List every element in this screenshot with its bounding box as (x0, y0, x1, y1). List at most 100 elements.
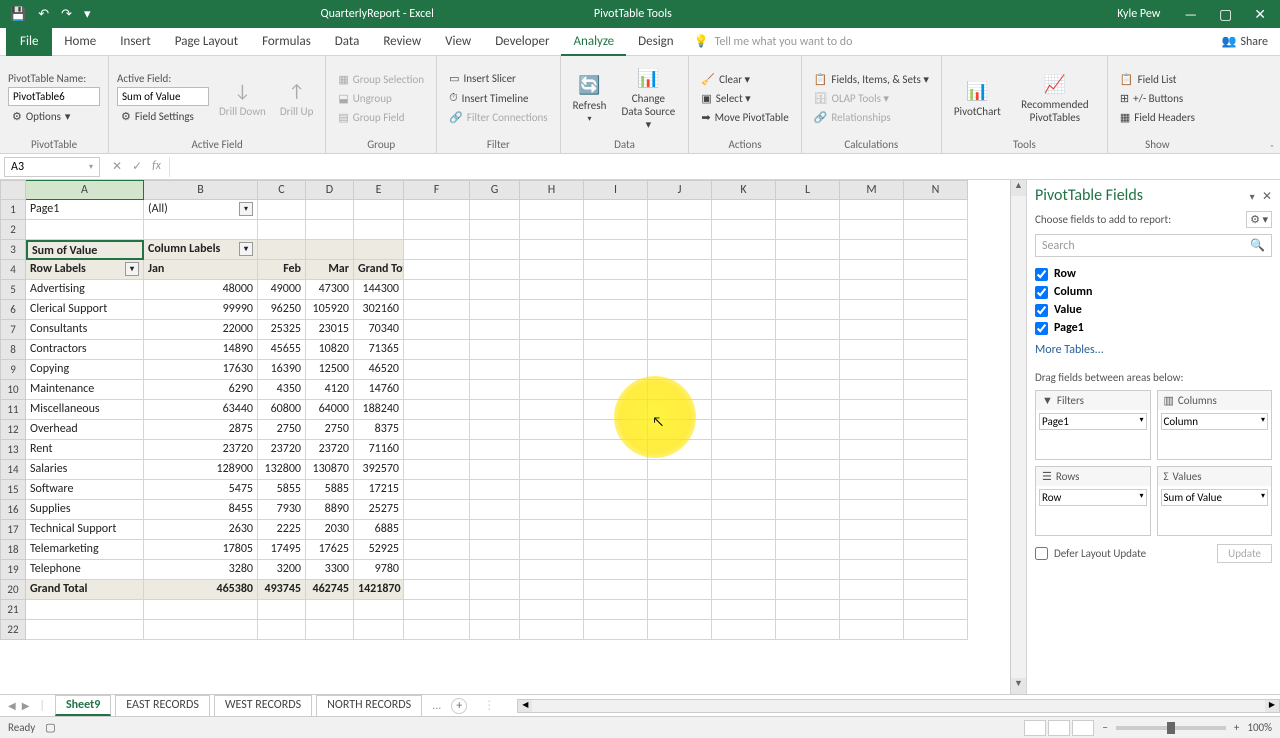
cell[interactable] (520, 600, 584, 620)
row-header[interactable]: 19 (0, 560, 26, 580)
spreadsheet-grid[interactable]: ABCDEFGHIJKLMN 1Page1(All)▾23Sum of Valu… (0, 180, 1010, 694)
cell[interactable] (712, 200, 776, 220)
row-header[interactable]: 18 (0, 540, 26, 560)
name-box[interactable]: A3▾ (4, 157, 100, 177)
sheet-nav-prev-icon[interactable]: ◀ (8, 699, 16, 712)
share-button[interactable]: 👥Share (1221, 34, 1268, 49)
cell[interactable] (520, 500, 584, 520)
recommended-pivottables-button[interactable]: 📈Recommended PivotTables (1011, 70, 1099, 126)
cell[interactable] (520, 440, 584, 460)
cell[interactable] (404, 520, 470, 540)
cell[interactable] (404, 440, 470, 460)
cell[interactable]: 14890 (144, 340, 258, 360)
cell[interactable] (776, 380, 840, 400)
cell[interactable] (776, 200, 840, 220)
cell[interactable] (306, 600, 354, 620)
cell[interactable] (904, 320, 968, 340)
cell[interactable] (904, 440, 968, 460)
tab-developer[interactable]: Developer (483, 28, 561, 56)
cell[interactable] (404, 560, 470, 580)
cell[interactable]: Advertising (26, 280, 144, 300)
cell[interactable] (776, 560, 840, 580)
cell[interactable] (584, 420, 648, 440)
cell[interactable]: 60800 (258, 400, 306, 420)
cell[interactable] (584, 240, 648, 260)
col-header-K[interactable]: K (712, 180, 776, 200)
cell[interactable] (404, 600, 470, 620)
cell[interactable]: Contractors (26, 340, 144, 360)
sheet-tab-east-records[interactable]: EAST RECORDS (115, 695, 210, 716)
row-header[interactable]: 21 (0, 600, 26, 620)
cell[interactable] (404, 320, 470, 340)
cell[interactable]: 23720 (306, 440, 354, 460)
cell[interactable] (904, 240, 968, 260)
cell[interactable] (470, 320, 520, 340)
cell[interactable] (404, 280, 470, 300)
rows-area[interactable]: ☰Rows Row ▾ (1035, 466, 1151, 536)
cell[interactable] (404, 500, 470, 520)
cell[interactable] (904, 400, 968, 420)
col-header-F[interactable]: F (404, 180, 470, 200)
cell[interactable] (584, 440, 648, 460)
row-header[interactable]: 5 (0, 280, 26, 300)
col-labels-dropdown-icon[interactable]: ▾ (239, 242, 253, 256)
cell[interactable]: 105920 (306, 300, 354, 320)
fields-items-sets-button[interactable]: 📋 Fields, Items, & Sets ▾ (810, 71, 933, 88)
row-header[interactable]: 4 (0, 260, 26, 280)
cell[interactable]: Consultants (26, 320, 144, 340)
cell[interactable] (26, 620, 144, 640)
cell[interactable]: 17495 (258, 540, 306, 560)
fields-search-input[interactable]: Search 🔍 (1035, 234, 1272, 257)
cell[interactable] (648, 500, 712, 520)
page-filter-dropdown-icon[interactable]: ▾ (239, 202, 253, 216)
tab-formulas[interactable]: Formulas (250, 28, 323, 56)
col-header-J[interactable]: J (648, 180, 712, 200)
row-header[interactable]: 6 (0, 300, 26, 320)
cell[interactable]: 47300 (306, 280, 354, 300)
fx-icon[interactable]: fx (152, 159, 161, 174)
cell[interactable] (904, 500, 968, 520)
cell[interactable] (584, 500, 648, 520)
cell[interactable] (520, 240, 584, 260)
cell[interactable] (840, 500, 904, 520)
cell[interactable] (904, 600, 968, 620)
row-header[interactable]: 12 (0, 420, 26, 440)
cell[interactable]: 45655 (258, 340, 306, 360)
cell[interactable] (840, 440, 904, 460)
cell[interactable] (648, 360, 712, 380)
cell[interactable]: 462745 (306, 580, 354, 600)
sheet-tab-sheet9[interactable]: Sheet9 (55, 695, 111, 716)
cell[interactable] (584, 280, 648, 300)
cell[interactable] (470, 600, 520, 620)
cell[interactable]: Feb (258, 260, 306, 280)
col-header-L[interactable]: L (776, 180, 840, 200)
cell[interactable] (712, 560, 776, 580)
cell[interactable] (904, 280, 968, 300)
cell[interactable] (470, 200, 520, 220)
cell[interactable] (404, 480, 470, 500)
cell[interactable]: 2750 (258, 420, 306, 440)
cell[interactable]: Jan (144, 260, 258, 280)
formula-input[interactable] (169, 157, 1280, 177)
zoom-slider[interactable] (1116, 726, 1226, 730)
tab-design[interactable]: Design (626, 28, 685, 56)
cell[interactable] (144, 620, 258, 640)
qat-customize-icon[interactable]: ▾ (84, 7, 91, 22)
cell[interactable]: 493745 (258, 580, 306, 600)
cell[interactable] (470, 440, 520, 460)
col-header-M[interactable]: M (840, 180, 904, 200)
cell[interactable]: 144300 (354, 280, 404, 300)
row-header[interactable]: 8 (0, 340, 26, 360)
defer-layout-checkbox[interactable] (1035, 547, 1048, 560)
cell[interactable] (776, 540, 840, 560)
cell[interactable] (648, 240, 712, 260)
pane-dropdown-icon[interactable]: ▾ (1250, 190, 1255, 203)
cell[interactable] (840, 480, 904, 500)
field-checkbox-row[interactable]: Row (1035, 265, 1272, 283)
cell[interactable] (776, 620, 840, 640)
cell[interactable]: 25325 (258, 320, 306, 340)
cell[interactable]: 465380 (144, 580, 258, 600)
row-header[interactable]: 2 (0, 220, 26, 240)
cell[interactable] (404, 580, 470, 600)
tab-analyze[interactable]: Analyze (561, 28, 626, 56)
